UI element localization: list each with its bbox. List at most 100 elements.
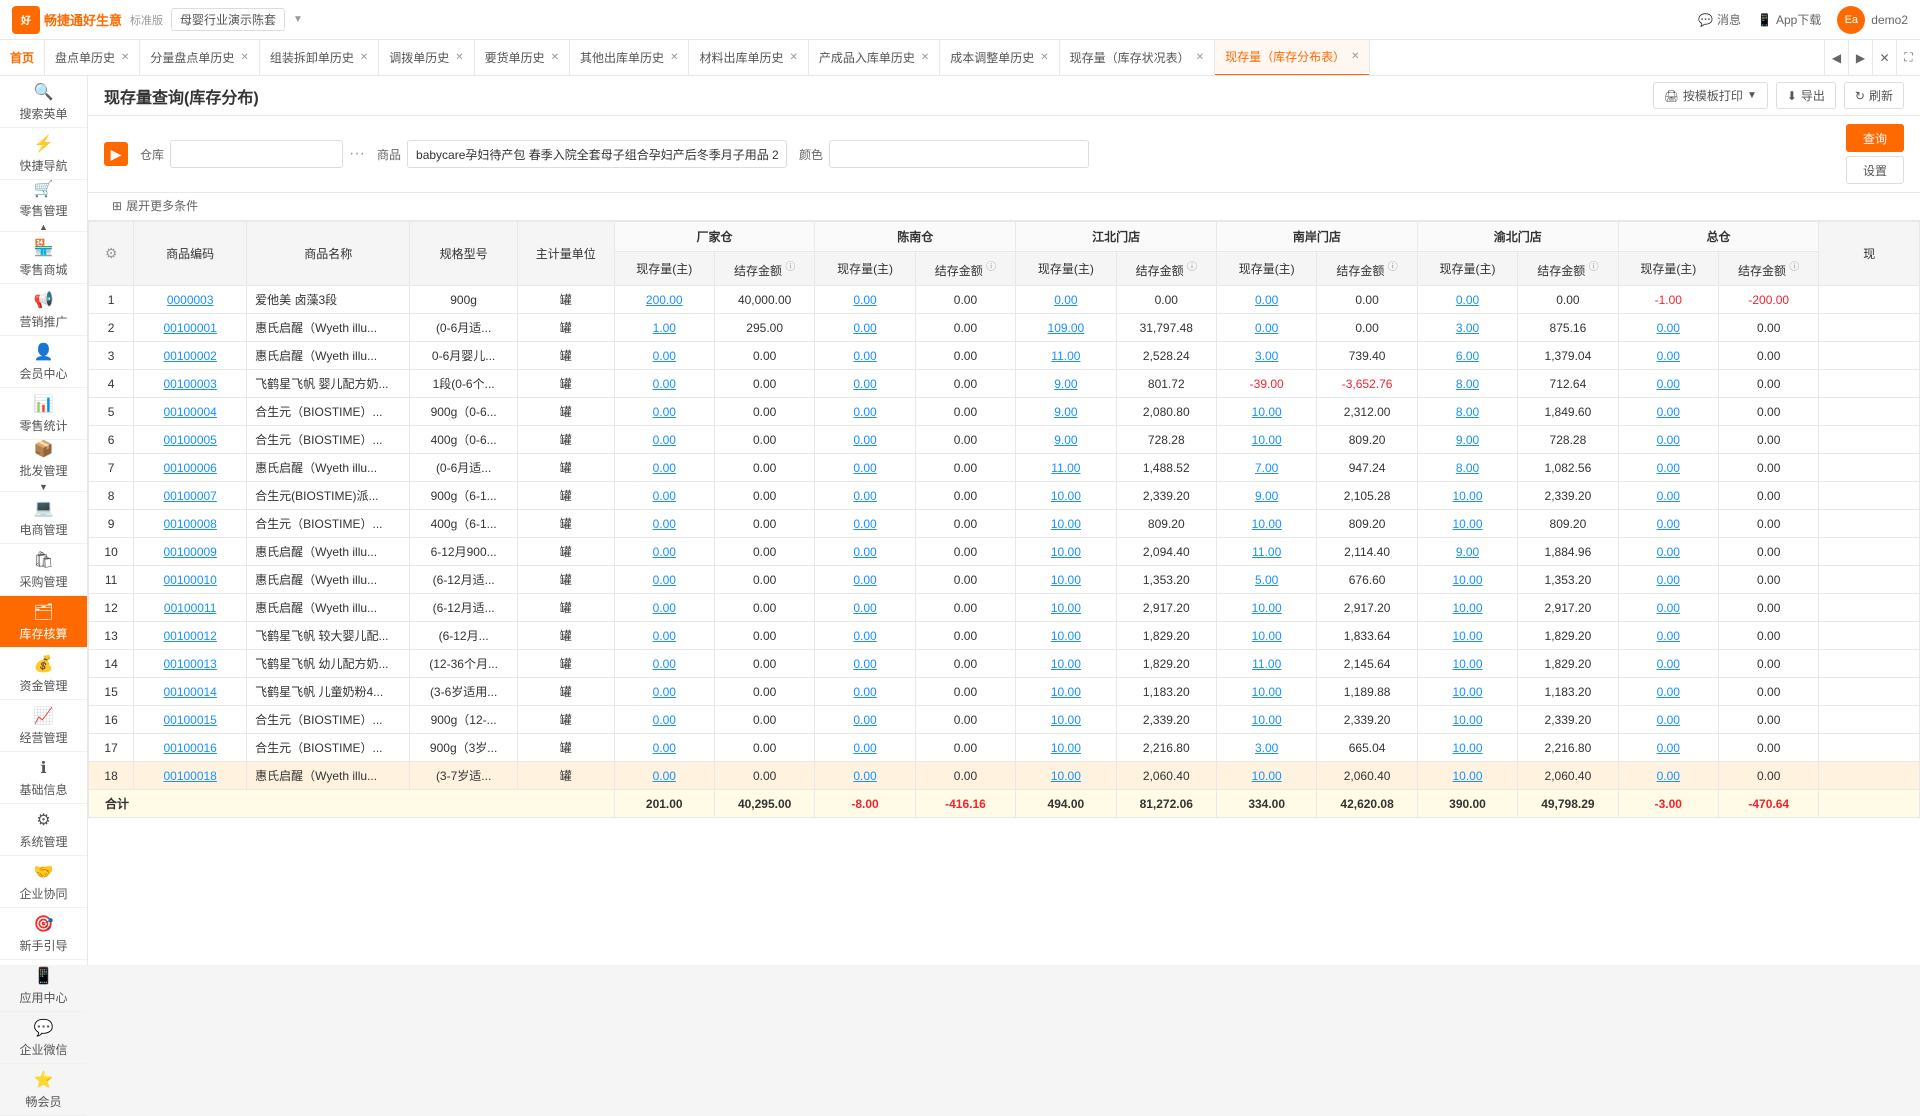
cell-jiangbei-qty: 11.00 [1016, 454, 1116, 482]
tab-3[interactable]: 组装拆卸单历史 ✕ [260, 40, 379, 76]
sidebar-item-finance[interactable]: 💰 资金管理 [0, 648, 87, 700]
tab-1[interactable]: 盘点单历史 ✕ [45, 40, 140, 76]
print-btn[interactable]: 🖨 按模板打印 ▼ [1653, 82, 1768, 109]
cell-nanan-qty: 11.00 [1216, 538, 1316, 566]
export-icon: ⬇ [1787, 89, 1797, 103]
sidebar-item-marketing[interactable]: 📢 营销推广 [0, 284, 87, 336]
cell-total-amt: 0.00 [1719, 762, 1819, 790]
cell-jiangbei-qty: 10.00 [1016, 734, 1116, 762]
cell-nanan-amt: 676.60 [1317, 566, 1417, 594]
sidebar-item-inventory[interactable]: 🗂 库存核算 [0, 596, 87, 648]
warehouse-dots[interactable]: ··· [349, 145, 365, 163]
cell-chennan-qty: 0.00 [815, 678, 915, 706]
filter-expand-btn[interactable]: ▶ [104, 142, 128, 166]
close-icon[interactable]: ✕ [455, 52, 463, 63]
cell-extra [1819, 706, 1920, 734]
th-code: 商品编码 [134, 222, 247, 286]
sidebar-item-retail[interactable]: 🛒 零售管理 ▲ [0, 180, 87, 232]
tab-7[interactable]: 材料出库单历史 ✕ [689, 40, 808, 76]
member-icon: 👤 [34, 342, 54, 362]
cell-yubeimen-qty: 10.00 [1417, 650, 1517, 678]
cell-nanan-amt: -3,652.76 [1317, 370, 1417, 398]
search-btn[interactable]: 查询 [1846, 124, 1904, 152]
sidebar-item-guide[interactable]: 🎯 新手引导 [0, 908, 87, 960]
goods-input[interactable] [407, 140, 787, 168]
close-icon[interactable]: ✕ [121, 52, 129, 63]
export-btn[interactable]: ⬇ 导出 [1776, 82, 1836, 109]
expand-more-btn[interactable]: ⊞ 展开更多条件 [104, 197, 1904, 214]
nav-tabs: 首页 盘点单历史 ✕ 分量盘点单历史 ✕ 组装拆卸单历史 ✕ 调拨单历史 ✕ 要… [0, 40, 1920, 76]
table-row: 8 00100007 合生元(BIOSTIME)派... 900g（6-1...… [89, 482, 1920, 510]
warehouse-input[interactable] [170, 140, 343, 168]
close-icon[interactable]: ✕ [360, 52, 368, 63]
cell-code: 00100011 [134, 594, 247, 622]
cell-chennan-amt: 0.00 [915, 398, 1015, 426]
color-input[interactable] [829, 140, 1089, 168]
sidebar-item-vip[interactable]: ⭐ 畅会员 [0, 1064, 87, 1116]
sidebar-item-nav[interactable]: ⚡ 快捷导航 [0, 128, 87, 180]
cell-unit: 罐 [517, 342, 614, 370]
cell-extra [1819, 398, 1920, 426]
close-icon[interactable]: ✕ [921, 52, 929, 63]
tab-4[interactable]: 调拨单历史 ✕ [379, 40, 474, 76]
nav-next-btn[interactable]: ▶ [1848, 40, 1872, 76]
sidebar-item-search[interactable]: 🔍 搜索英单 [0, 76, 87, 128]
sidebar-item-wechat[interactable]: 💬 企业微信 [0, 1012, 87, 1064]
close-icon[interactable]: ✕ [789, 52, 797, 63]
sidebar-label-base: 基础信息 [19, 781, 67, 798]
cell-unit: 罐 [517, 510, 614, 538]
close-icon[interactable]: ✕ [1040, 52, 1048, 63]
tab-5[interactable]: 要货单历史 ✕ [475, 40, 570, 76]
sidebar-item-base[interactable]: ℹ 基础信息 [0, 752, 87, 804]
tab-10[interactable]: 现存量（库存状况表） ✕ [1060, 40, 1215, 76]
close-icon[interactable]: ✕ [551, 52, 559, 63]
sidebar-item-wholesale[interactable]: 📦 批发管理 ▼ [0, 440, 87, 492]
sidebar-item-appcenter[interactable]: 📱 应用中心 [0, 960, 87, 1012]
sidebar-item-collab[interactable]: 🤝 企业协同 [0, 856, 87, 908]
base-icon: ℹ [40, 758, 46, 778]
nav-prev-btn[interactable]: ◀ [1824, 40, 1848, 76]
user-btn[interactable]: Ea demo2 [1837, 6, 1908, 34]
sidebar-item-member[interactable]: 👤 会员中心 [0, 336, 87, 388]
cell-jiangbei-amt: 2,917.20 [1116, 594, 1216, 622]
close-icon[interactable]: ✕ [240, 52, 248, 63]
cell-jiangbei-qty: 10.00 [1016, 510, 1116, 538]
cell-yubeimen-qty: 8.00 [1417, 398, 1517, 426]
cell-factory-qty: 1.00 [614, 314, 714, 342]
app-download-btn[interactable]: 📱 App下载 [1757, 11, 1821, 28]
tab-6[interactable]: 其他出库单历史 ✕ [570, 40, 689, 76]
nav-expand-btn[interactable]: ⛶ [1896, 40, 1920, 76]
close-icon[interactable]: ✕ [1351, 51, 1359, 62]
cell-extra [1819, 342, 1920, 370]
sidebar-item-retail-stat[interactable]: 📊 零售统计 [0, 388, 87, 440]
gear-icon[interactable]: ⚙ [105, 245, 118, 261]
cell-yubeimen-amt: 809.20 [1518, 510, 1618, 538]
cell-factory-amt: 0.00 [714, 370, 814, 398]
setting-btn[interactable]: 设置 [1846, 156, 1904, 184]
cell-name: 飞鹤星飞帆 儿童奶粉4... [247, 678, 410, 706]
tab-2[interactable]: 分量盘点单历史 ✕ [140, 40, 259, 76]
close-icon[interactable]: ✕ [670, 52, 678, 63]
tab-9[interactable]: 成本调整单历史 ✕ [940, 40, 1059, 76]
sidebar-item-mall[interactable]: 🏪 零售商城 [0, 232, 87, 284]
sidebar-item-purchase[interactable]: 🛍 采购管理 [0, 544, 87, 596]
summary-yubeimen-qty: 390.00 [1417, 790, 1517, 818]
tab-home[interactable]: 首页 [0, 40, 45, 76]
message-btn[interactable]: 💬 消息 [1698, 11, 1741, 28]
sidebar-item-system[interactable]: ⚙ 系统管理 [0, 804, 87, 856]
th-yubeimen: 渝北门店 [1417, 222, 1618, 252]
sidebar-item-ecommerce[interactable]: 💻 电商管理 [0, 492, 87, 544]
tab-8[interactable]: 产成品入库单历史 ✕ [809, 40, 940, 76]
selector-label[interactable]: 母婴行业演示陈套 [171, 8, 285, 31]
summary-label: 合计 [89, 790, 615, 818]
sidebar-item-biz[interactable]: 📈 经营管理 [0, 700, 87, 752]
cell-factory-amt: 0.00 [714, 650, 814, 678]
sidebar-label-system: 系统管理 [19, 833, 67, 850]
cell-name: 惠氏启醒（Wyeth illu... [247, 566, 410, 594]
refresh-icon: ↻ [1855, 89, 1865, 103]
nav-close-btn[interactable]: ✕ [1872, 40, 1896, 76]
tab-11[interactable]: 现存量（库存分布表） ✕ [1215, 40, 1370, 76]
close-icon[interactable]: ✕ [1196, 52, 1204, 63]
cell-name: 惠氏启醒（Wyeth illu... [247, 594, 410, 622]
refresh-btn[interactable]: ↻ 刷新 [1844, 82, 1904, 109]
